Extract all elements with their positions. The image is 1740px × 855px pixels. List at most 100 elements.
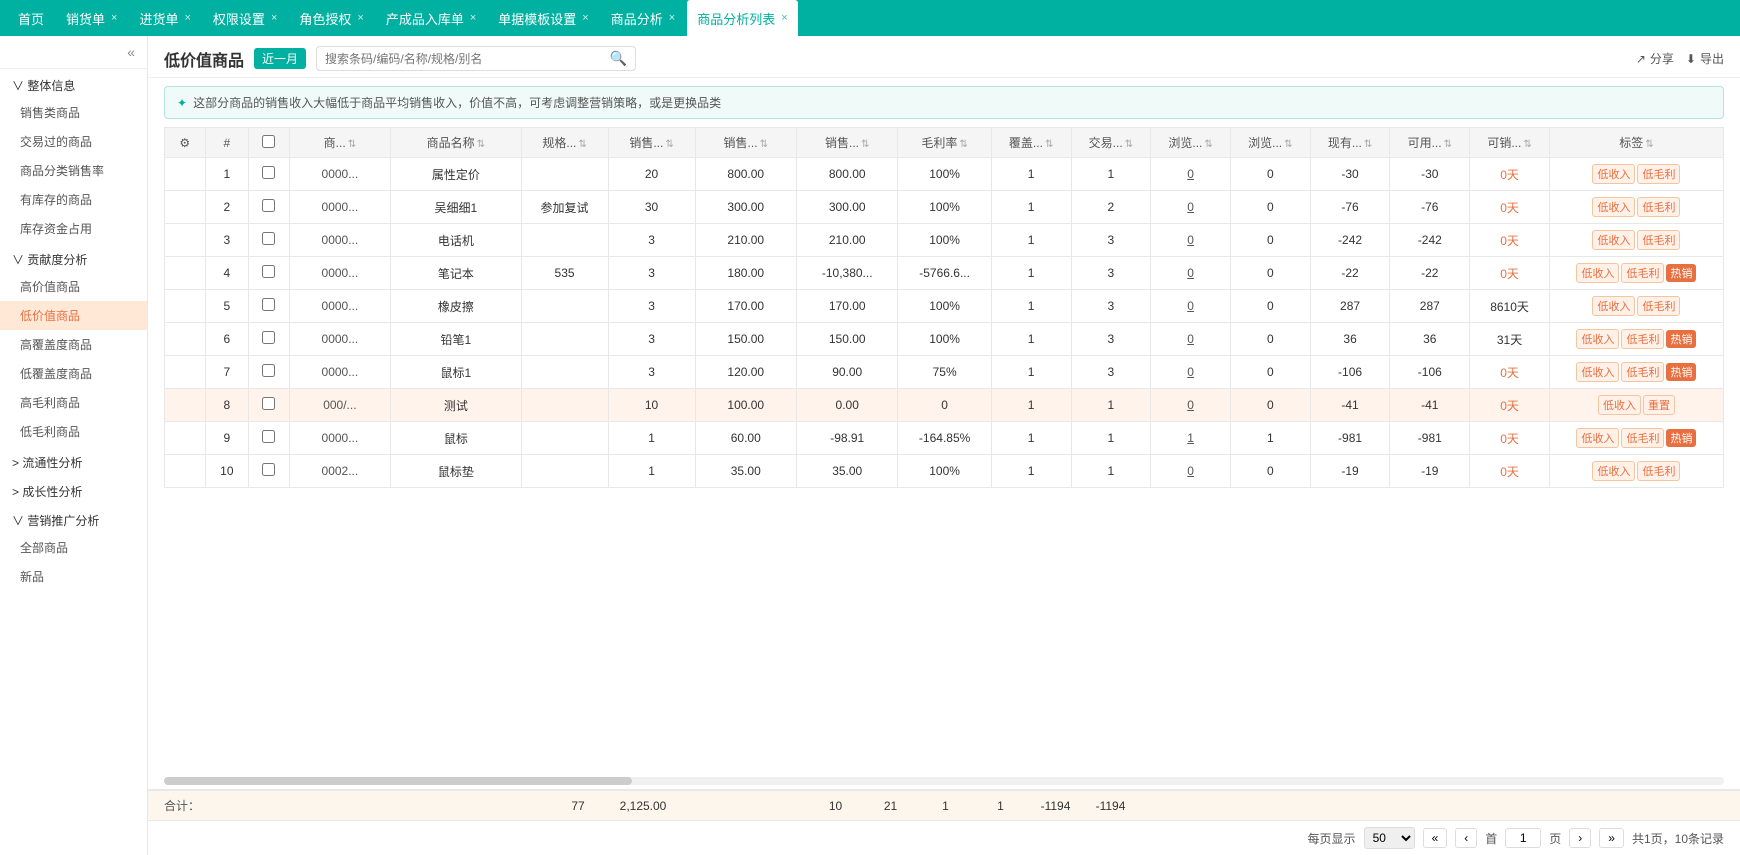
table-cell: 3 <box>205 224 248 257</box>
search-icon[interactable]: 🔍 <box>610 50 627 67</box>
sidebar-group-∨ 贡献度分析[interactable]: ∨ 贡献度分析 <box>0 243 147 272</box>
close-tab-icon[interactable]: × <box>184 12 190 24</box>
nav-item-商品分析[interactable]: 商品分析× <box>601 0 685 36</box>
view-link[interactable]: 1 <box>1187 431 1194 445</box>
row-checkbox[interactable] <box>262 265 275 278</box>
close-tab-icon[interactable]: × <box>582 12 588 24</box>
sidebar-item-有库存的商品[interactable]: 有库存的商品 <box>0 185 147 214</box>
page-number-input[interactable] <box>1505 828 1541 848</box>
settings-icon[interactable]: ⚙ <box>179 136 190 150</box>
table-cell <box>521 422 608 455</box>
nav-item-权限设置[interactable]: 权限设置× <box>203 0 287 36</box>
row-checkbox[interactable] <box>262 364 275 377</box>
close-tab-icon[interactable]: × <box>111 12 117 24</box>
col-header-8[interactable]: 销售...⇅ <box>796 128 897 158</box>
page-size-select[interactable]: 50100200 <box>1364 827 1415 849</box>
sidebar-item-高价值商品[interactable]: 高价值商品 <box>0 272 147 301</box>
col-header-10[interactable]: 覆盖...⇅ <box>991 128 1071 158</box>
view-link[interactable]: 0 <box>1187 233 1194 247</box>
close-tab-icon[interactable]: × <box>781 12 787 24</box>
content-header: 低价值商品 近一月 🔍 ↗ 分享 ⬇ 导出 <box>148 36 1740 78</box>
table-cell: 100% <box>898 158 991 191</box>
sidebar-item-商品分类销售率[interactable]: 商品分类销售率 <box>0 156 147 185</box>
view-link[interactable]: 0 <box>1187 398 1194 412</box>
close-tab-icon[interactable]: × <box>470 12 476 24</box>
col-header-15[interactable]: 可用...⇅ <box>1390 128 1470 158</box>
time-filter-button[interactable]: 近一月 <box>254 48 306 69</box>
view-link[interactable]: 0 <box>1187 266 1194 280</box>
search-input[interactable] <box>325 52 604 66</box>
col-header-6[interactable]: 销售...⇅ <box>608 128 695 158</box>
table-cell: 1 <box>991 191 1071 224</box>
sidebar-group-∨ 营销推广分析[interactable]: ∨ 营销推广分析 <box>0 504 147 533</box>
nav-item-商品分析列表[interactable]: 商品分析列表× <box>687 0 797 36</box>
scrollbar-thumb[interactable] <box>164 777 632 785</box>
col-header-17[interactable]: 标签⇅ <box>1549 128 1723 158</box>
sidebar-collapse-button[interactable]: « <box>123 42 139 62</box>
nav-item-销货单[interactable]: 销货单× <box>56 0 127 36</box>
col-header-12[interactable]: 浏览...⇅ <box>1151 128 1231 158</box>
row-checkbox[interactable] <box>262 430 275 443</box>
table-cell <box>249 323 290 356</box>
sidebar-group-> 成长性分析[interactable]: > 成长性分析 <box>0 475 147 504</box>
last-page-button[interactable]: » <box>1599 828 1624 848</box>
view-link[interactable]: 0 <box>1187 200 1194 214</box>
sidebar-item-低毛利商品[interactable]: 低毛利商品 <box>0 417 147 446</box>
col-header-5[interactable]: 规格...⇅ <box>521 128 608 158</box>
row-checkbox[interactable] <box>262 331 275 344</box>
first-page-button[interactable]: « <box>1423 828 1448 848</box>
nav-item-进货单[interactable]: 进货单× <box>129 0 200 36</box>
row-checkbox[interactable] <box>262 232 275 245</box>
row-checkbox[interactable] <box>262 166 275 179</box>
sidebar-item-销售类商品[interactable]: 销售类商品 <box>0 98 147 127</box>
col-header-2[interactable] <box>249 128 290 158</box>
nav-item-角色授权[interactable]: 角色授权× <box>289 0 373 36</box>
sidebar-item-全部商品[interactable]: 全部商品 <box>0 533 147 562</box>
table-cell: 0 <box>1151 356 1231 389</box>
next-page-button[interactable]: › <box>1569 828 1591 848</box>
nav-item-首页[interactable]: 首页 <box>8 0 54 36</box>
view-link[interactable]: 0 <box>1187 332 1194 346</box>
export-button[interactable]: ⬇ 导出 <box>1686 50 1724 67</box>
sidebar-item-高覆盖度商品[interactable]: 高覆盖度商品 <box>0 330 147 359</box>
sidebar-group-> 流通性分析[interactable]: > 流通性分析 <box>0 446 147 475</box>
sidebar-item-低价值商品[interactable]: 低价值商品 <box>0 301 147 330</box>
col-header-3[interactable]: 商...⇅ <box>289 128 390 158</box>
row-checkbox[interactable] <box>262 298 275 311</box>
close-tab-icon[interactable]: × <box>357 12 363 24</box>
view-link[interactable]: 0 <box>1187 167 1194 181</box>
horizontal-scrollbar[interactable] <box>164 777 1724 785</box>
sidebar-item-高毛利商品[interactable]: 高毛利商品 <box>0 388 147 417</box>
view-link[interactable]: 0 <box>1187 464 1194 478</box>
table-container[interactable]: ⚙#商...⇅商品名称⇅规格...⇅销售...⇅销售...⇅销售...⇅毛利率⇅… <box>148 127 1740 775</box>
close-tab-icon[interactable]: × <box>669 12 675 24</box>
sidebar-group-∨ 整体信息[interactable]: ∨ 整体信息 <box>0 69 147 98</box>
right-actions: ↗ 分享 ⬇ 导出 <box>1636 50 1724 67</box>
col-header-14[interactable]: 现有...⇅ <box>1310 128 1390 158</box>
col-header-16[interactable]: 可销...⇅ <box>1470 128 1550 158</box>
nav-item-单据模板设置[interactable]: 单据模板设置× <box>488 0 598 36</box>
view-link[interactable]: 0 <box>1187 365 1194 379</box>
col-header-13[interactable]: 浏览...⇅ <box>1230 128 1310 158</box>
table-cell <box>165 290 206 323</box>
sidebar-item-交易过的商品[interactable]: 交易过的商品 <box>0 127 147 156</box>
sidebar-item-库存资金占用[interactable]: 库存资金占用 <box>0 214 147 243</box>
view-link[interactable]: 0 <box>1187 299 1194 313</box>
nav-item-产成品入库单[interactable]: 产成品入库单× <box>376 0 486 36</box>
footer-value <box>328 799 398 813</box>
share-button[interactable]: ↗ 分享 <box>1636 50 1674 67</box>
prev-page-button[interactable]: ‹ <box>1455 828 1477 848</box>
col-header-11[interactable]: 交易...⇅ <box>1071 128 1151 158</box>
sidebar-item-低覆盖度商品[interactable]: 低覆盖度商品 <box>0 359 147 388</box>
col-header-9[interactable]: 毛利率⇅ <box>898 128 991 158</box>
close-tab-icon[interactable]: × <box>271 12 277 24</box>
col-header-7[interactable]: 销售...⇅ <box>695 128 796 158</box>
sidebar-item-新品[interactable]: 新品 <box>0 562 147 591</box>
row-checkbox[interactable] <box>262 199 275 212</box>
row-checkbox[interactable] <box>262 397 275 410</box>
table-cell: 300.00 <box>695 191 796 224</box>
table-cell: 800.00 <box>695 158 796 191</box>
select-all-checkbox[interactable] <box>262 135 275 148</box>
col-header-4[interactable]: 商品名称⇅ <box>391 128 521 158</box>
row-checkbox[interactable] <box>262 463 275 476</box>
